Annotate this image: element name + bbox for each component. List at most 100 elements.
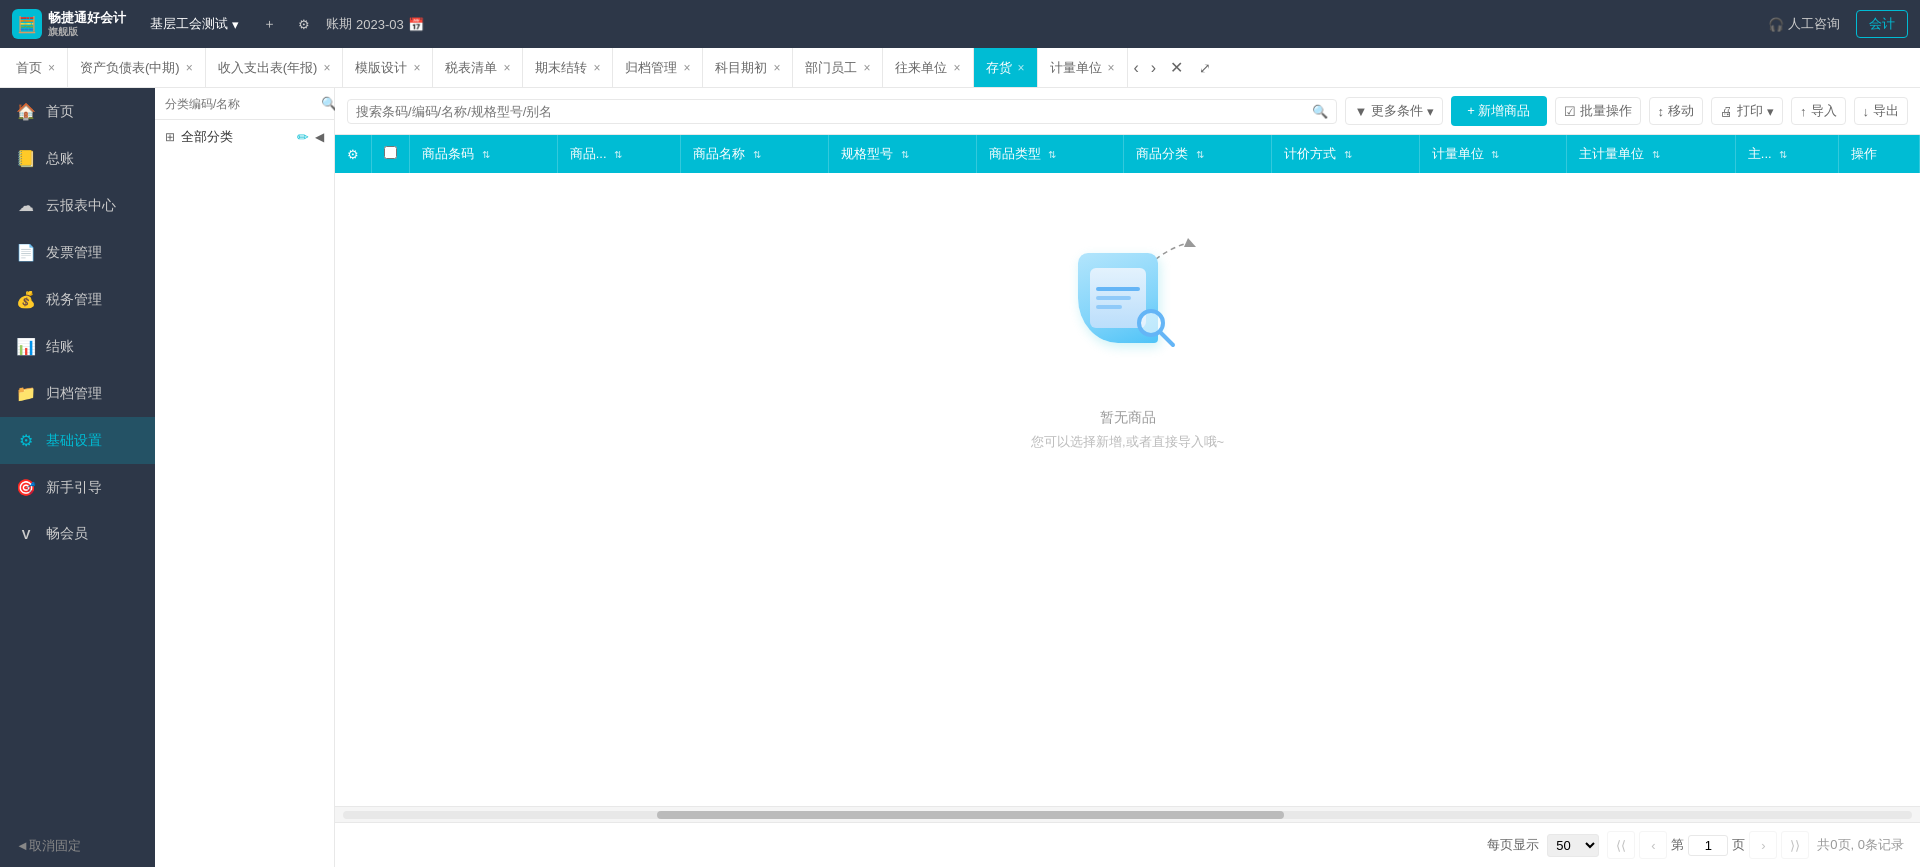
tab-income-statement[interactable]: 收入支出表(年报) × bbox=[206, 48, 344, 88]
account-button[interactable]: 会计 bbox=[1856, 10, 1908, 38]
sort-icon[interactable]: ⇅ bbox=[1048, 149, 1056, 160]
move-button[interactable]: ↕ 移动 bbox=[1649, 97, 1704, 125]
tab-balance-sheet[interactable]: 资产负债表(中期) × bbox=[68, 48, 206, 88]
tab-close-icon[interactable]: × bbox=[773, 61, 780, 75]
tab-close-icon[interactable]: × bbox=[48, 61, 55, 75]
tab-prev-button[interactable]: ‹ bbox=[1128, 48, 1145, 88]
svg-line-2 bbox=[1160, 332, 1173, 345]
sort-icon[interactable]: ⇅ bbox=[614, 149, 622, 160]
last-page-button[interactable]: ⟩⟩ bbox=[1781, 831, 1809, 859]
add-tab-button[interactable]: ＋ bbox=[257, 11, 282, 37]
tab-close-icon[interactable]: × bbox=[503, 61, 510, 75]
sidebar-collapse-button[interactable]: ◄取消固定 bbox=[0, 825, 155, 867]
tab-transactions[interactable]: 往来单位 × bbox=[883, 48, 973, 88]
column-code[interactable]: 商品... ⇅ bbox=[557, 135, 681, 173]
tab-close-icon[interactable]: × bbox=[413, 61, 420, 75]
sidebar-item-invoice[interactable]: 📄 发票管理 bbox=[0, 229, 155, 276]
tab-close-icon[interactable]: × bbox=[593, 61, 600, 75]
prev-page-button[interactable]: ‹ bbox=[1639, 831, 1667, 859]
category-search-input[interactable] bbox=[165, 97, 315, 111]
next-page-button[interactable]: › bbox=[1749, 831, 1777, 859]
product-search-button[interactable]: 🔍 bbox=[1312, 104, 1328, 119]
tab-period-transfer[interactable]: 期末结转 × bbox=[523, 48, 613, 88]
tab-close-icon[interactable]: × bbox=[323, 61, 330, 75]
tab-subject-init[interactable]: 科目期初 × bbox=[703, 48, 793, 88]
sort-icon[interactable]: ⇅ bbox=[1652, 149, 1660, 160]
empty-state: 暂无商品 您可以选择新增,或者直接导入哦~ bbox=[335, 173, 1920, 511]
tab-close-all-button[interactable]: ✕ bbox=[1162, 48, 1191, 88]
tab-unit[interactable]: 计量单位 × bbox=[1038, 48, 1128, 88]
column-name[interactable]: 商品名称 ⇅ bbox=[681, 135, 829, 173]
sidebar-item-closing[interactable]: 📊 结账 bbox=[0, 323, 155, 370]
sort-icon[interactable]: ⇅ bbox=[1491, 149, 1499, 160]
import-icon: ↑ bbox=[1800, 104, 1807, 119]
export-button[interactable]: ↓ 导出 bbox=[1854, 97, 1909, 125]
tab-close-icon[interactable]: × bbox=[1018, 61, 1025, 75]
column-category[interactable]: 商品分类 ⇅ bbox=[1124, 135, 1272, 173]
column-checkbox[interactable] bbox=[372, 135, 410, 173]
add-product-button[interactable]: + 新增商品 bbox=[1451, 96, 1546, 126]
column-spec[interactable]: 规格型号 ⇅ bbox=[828, 135, 976, 173]
print-button[interactable]: 🖨 打印 ▾ bbox=[1711, 97, 1783, 125]
tab-close-icon[interactable]: × bbox=[863, 61, 870, 75]
calendar-icon[interactable]: 📅 bbox=[408, 17, 424, 32]
tab-inventory[interactable]: 存货 × bbox=[974, 48, 1038, 88]
sort-icon[interactable]: ⇅ bbox=[901, 149, 909, 160]
tab-next-button[interactable]: › bbox=[1145, 48, 1162, 88]
page-size-select[interactable]: 50 10 20 100 bbox=[1547, 834, 1599, 857]
page-number-input[interactable] bbox=[1688, 835, 1728, 856]
filter-label: 更多条件 bbox=[1371, 102, 1423, 120]
sidebar-item-basic-settings[interactable]: ⚙ 基础设置 bbox=[0, 417, 155, 464]
column-main-unit[interactable]: 主计量单位 ⇅ bbox=[1567, 135, 1735, 173]
sidebar-item-tax[interactable]: 💰 税务管理 bbox=[0, 276, 155, 323]
horizontal-scrollbar[interactable] bbox=[335, 806, 1920, 822]
tab-dept-staff[interactable]: 部门员工 × bbox=[793, 48, 883, 88]
tab-close-icon[interactable]: × bbox=[953, 61, 960, 75]
scrollbar-thumb[interactable] bbox=[657, 811, 1285, 819]
filter-button[interactable]: ▼ 更多条件 ▾ bbox=[1345, 97, 1443, 125]
tab-close-icon[interactable]: × bbox=[186, 61, 193, 75]
sort-icon[interactable]: ⇅ bbox=[1779, 149, 1787, 160]
tab-template-design[interactable]: 模版设计 × bbox=[343, 48, 433, 88]
sidebar-item-home[interactable]: 🏠 首页 bbox=[0, 88, 155, 135]
column-main-abbr[interactable]: 主... ⇅ bbox=[1735, 135, 1838, 173]
settings-button[interactable]: ⚙ bbox=[292, 13, 316, 36]
tab-close-icon[interactable]: × bbox=[1108, 61, 1115, 75]
batch-operation-button[interactable]: ☑ 批量操作 bbox=[1555, 97, 1641, 125]
scroll-line-2 bbox=[1096, 296, 1131, 300]
column-pricing[interactable]: 计价方式 ⇅ bbox=[1272, 135, 1420, 173]
collapse-panel-icon[interactable]: ◀ bbox=[315, 130, 324, 144]
sort-icon[interactable]: ⇅ bbox=[753, 149, 761, 160]
column-unit[interactable]: 计量单位 ⇅ bbox=[1419, 135, 1567, 173]
sidebar-item-guide[interactable]: 🎯 新手引导 bbox=[0, 464, 155, 511]
product-search-input[interactable] bbox=[356, 104, 1306, 119]
human-service-button[interactable]: 🎧 人工咨询 bbox=[1760, 11, 1848, 37]
sidebar-item-membership[interactable]: V 畅会员 bbox=[0, 511, 155, 557]
column-type[interactable]: 商品类型 ⇅ bbox=[976, 135, 1124, 173]
tab-archive-mgmt[interactable]: 归档管理 × bbox=[613, 48, 703, 88]
sidebar-label: 发票管理 bbox=[46, 244, 102, 262]
sort-icon[interactable]: ⇅ bbox=[482, 149, 490, 160]
document-icon-wrapper bbox=[1068, 243, 1188, 363]
sidebar-item-cloud-report[interactable]: ☁ 云报表中心 bbox=[0, 182, 155, 229]
tab-home[interactable]: 首页 × bbox=[4, 48, 68, 88]
edit-icon[interactable]: ✏ bbox=[297, 129, 309, 145]
product-search-bar: 🔍 bbox=[347, 99, 1337, 124]
import-button[interactable]: ↑ 导入 bbox=[1791, 97, 1846, 125]
first-page-button[interactable]: ⟨⟨ bbox=[1607, 831, 1635, 859]
column-config[interactable]: ⚙ bbox=[335, 135, 372, 173]
sort-icon[interactable]: ⇅ bbox=[1344, 149, 1352, 160]
tab-close-icon[interactable]: × bbox=[683, 61, 690, 75]
sidebar-item-archive[interactable]: 📁 归档管理 bbox=[0, 370, 155, 417]
company-selector[interactable]: 基层工会测试 ▾ bbox=[142, 11, 247, 37]
sort-icon[interactable]: ⇅ bbox=[1196, 149, 1204, 160]
category-all-label[interactable]: 全部分类 bbox=[181, 128, 291, 146]
move-label: 移动 bbox=[1668, 102, 1694, 120]
tab-tax-list[interactable]: 税表清单 × bbox=[433, 48, 523, 88]
page-label: 第 bbox=[1671, 836, 1684, 854]
sidebar-item-ledger[interactable]: 📒 总账 bbox=[0, 135, 155, 182]
page-size-dropdown[interactable]: 50 10 20 100 bbox=[1547, 834, 1599, 857]
tab-expand-button[interactable]: ⤢ bbox=[1191, 48, 1219, 88]
select-all-checkbox[interactable] bbox=[384, 146, 397, 159]
column-barcode[interactable]: 商品条码 ⇅ bbox=[410, 135, 558, 173]
